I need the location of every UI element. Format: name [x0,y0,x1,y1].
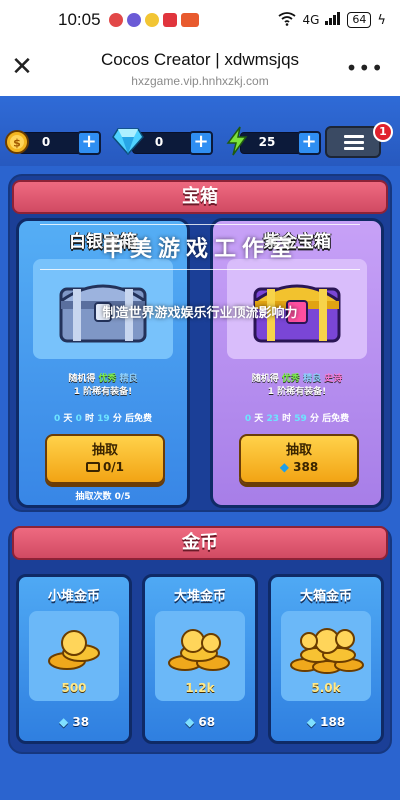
chest-name: 白银宝箱 [69,232,137,252]
charging-icon: ϟ [377,12,386,28]
coin-pack-price: ◆ 68 [145,715,255,729]
chest-description: 随机得 优秀 精良 史诗 [213,371,381,384]
draw-cost-value: 388 [293,460,319,474]
status-bar: 10:05 4G 64 ϟ [0,0,400,40]
desc-prefix: 随机得 [68,374,96,384]
app-notification-icon [126,13,141,27]
coin-pack-name: 小堆金币 [47,589,100,604]
quality-label: 史诗 [324,374,343,384]
ticket-icon [85,462,100,472]
battery-level: 64 [352,13,367,26]
timer-minutes: 59 [294,414,307,424]
app-notification-icon [144,13,159,27]
price-value: 68 [198,715,216,729]
more-options-icon[interactable]: ••• [346,56,384,80]
silver-chest-icon [33,259,173,359]
timer-minute-label: 分 [309,414,319,424]
timer-days: 0 [244,414,252,424]
browser-header: ✕ Cocos Creator | xdwmsjqs hxzgame.vip.h… [0,40,400,96]
chest-description: 随机得 优秀 精良 [19,371,187,384]
coin-pack-card[interactable]: 小堆金币 500 ◆ 38 [16,574,132,744]
free-timer: 0 天 23 时 59 分 后免费 [213,411,381,424]
app-notification-icon [108,13,123,27]
draw-count: 抽取次数 0/5 [75,492,131,502]
draw-button-label: 抽取 [91,443,118,458]
coin-counter: 0 + [18,131,101,155]
chest-description-line2: 1 阶稀有装备! [73,387,133,397]
coin-pack-name: 大箱金币 [299,589,352,604]
app-notification-icon [180,13,199,27]
quality-label: 精良 [119,374,138,384]
timer-hour-label: 时 [84,414,94,424]
desc-prefix: 随机得 [251,374,279,384]
timer-days: 0 [54,414,61,424]
page-url: hxzgame.vip.hnhxzkj.com [131,74,269,88]
chest-name: 紫金宝箱 [263,232,331,252]
coin-pack-name: 大堆金币 [173,589,226,604]
coin-icon: $ [4,129,30,159]
add-energy-button[interactable]: + [297,131,321,155]
page-title: Cocos Creator | xdwmsjqs [100,50,300,69]
draw-button-cost: ◆ 388 [241,460,357,474]
add-gems-button[interactable]: + [189,131,213,155]
gold-chest-icon [227,259,367,359]
energy-counter: 25 + [240,131,321,155]
quality-label: 优秀 [281,374,300,384]
coin-pack-card[interactable]: 大箱金币 5.0k ◆ 188 [268,574,384,744]
timer-hours: 23 [266,414,279,424]
timer-day-label: 天 [63,414,73,424]
timer-suffix: 后免费 [124,414,152,424]
timer-suffix: 后免费 [322,414,350,424]
battery-icon: 64 [347,12,372,28]
gem-icon: ◆ [306,715,316,729]
network-type: 4G [302,13,320,27]
gem-counter: 0 + [132,131,213,155]
gold-chest-card[interactable]: 紫金宝箱 随机得 优秀 精良 史诗 1 阶稀有装备! 0 天 23 时 59 分 [210,218,384,508]
coin-pack-amount: 500 [61,681,87,695]
wifi-icon [278,11,297,29]
gem-icon: ◆ [279,460,289,474]
gem-icon [112,127,144,159]
price-value: 38 [72,715,90,729]
draw-cost-value: 0/1 [102,460,125,474]
add-coins-button[interactable]: + [77,131,101,155]
free-timer: 0 天 0 时 19 分 后免费 [19,411,187,424]
quality-label: 精良 [303,374,322,384]
draw-button-cost: 0/1 [47,460,163,474]
gold-draw-button[interactable]: 抽取 ◆ 388 [239,434,359,484]
signal-icon [325,12,341,28]
status-time: 10:05 [58,10,101,29]
quality-label: 优秀 [98,374,117,384]
chest-section-title: 宝箱 [12,180,388,214]
timer-hour-label: 时 [282,414,292,424]
coin-pack-amount: 1.2k [185,681,215,695]
timer-day-label: 天 [254,414,264,424]
price-value: 188 [320,715,346,729]
coin-section-title: 金币 [12,526,388,560]
coin-pack-card[interactable]: 大堆金币 1.2k ◆ 68 [142,574,258,744]
coin-pack-price: ◆ 188 [271,715,381,729]
silver-chest-card[interactable]: 白银宝箱 随机得 优秀 精良 1 阶稀有装备! 0 天 0 时 19 分 后免费 [16,218,190,508]
chest-description-line2: 1 阶稀有装备! [267,387,327,397]
game-canvas: $ 0 + 0 + 25 + 1 宝箱 白银宝箱 随机得 优秀 精良 1 阶稀有… [0,96,400,800]
coin-pack-price: ◆ 38 [19,715,129,729]
timer-hours: 0 [75,414,82,424]
gem-icon: ◆ [58,715,69,729]
timer-minutes: 19 [97,414,110,424]
app-notification-icon [162,13,177,27]
energy-value: 25 [258,135,276,149]
silver-draw-button[interactable]: 抽取 0/1 [45,434,165,484]
timer-minute-label: 分 [112,414,122,424]
coin-pack-amount: 5.0k [311,681,341,695]
notification-badge: 1 [373,122,393,142]
draw-button-label: 抽取 [285,443,312,458]
svg-text:$: $ [13,137,21,150]
energy-icon [226,126,248,160]
gem-icon: ◆ [184,715,195,729]
